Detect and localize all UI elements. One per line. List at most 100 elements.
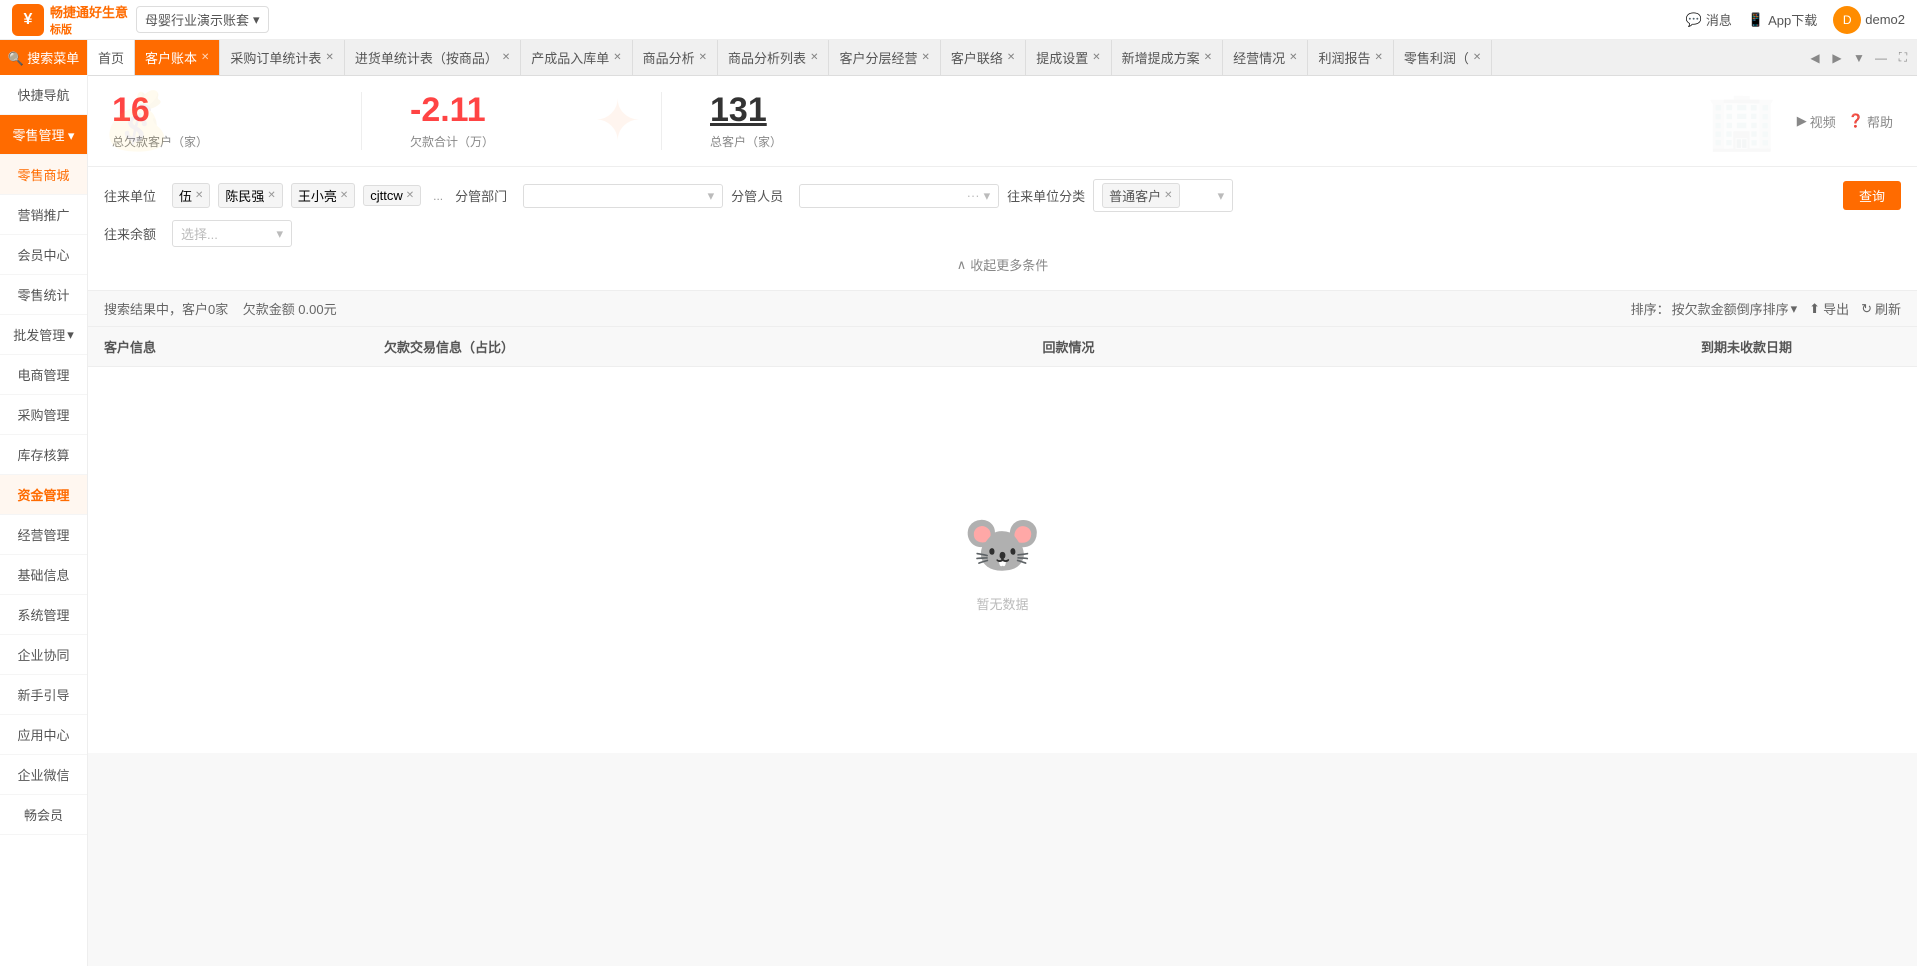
sort-select[interactable]: 排序： 按欠款金额倒序排序 ▾ (1631, 299, 1798, 318)
sidebar-item-business-mgmt[interactable]: 经营管理 (0, 515, 87, 555)
avatar: D (1833, 6, 1861, 34)
remove-tag-chen[interactable]: ✕ (267, 190, 275, 201)
sidebar-item-purchase[interactable]: 采购管理 (0, 395, 87, 435)
table-header: 客户信息 欠款交易信息（占比） 回款情况 到期未收款日期 (88, 327, 1917, 367)
tab-purchase-order[interactable]: 采购订单统计表 ✕ (220, 40, 344, 75)
message-icon: 💬 (1686, 12, 1702, 28)
app-download-button[interactable]: 📱 App下载 (1748, 10, 1817, 29)
more-tags-button[interactable]: ... (429, 187, 447, 205)
account-selector[interactable]: 母婴行业演示账套 ▾ (136, 6, 269, 33)
tab-close-icon[interactable]: ✕ (502, 52, 510, 63)
filter-tag-chen[interactable]: 陈民强 ✕ (218, 183, 282, 208)
tab-product-analysis-list[interactable]: 商品分析列表 ✕ (718, 40, 829, 75)
unit-category-select[interactable]: 普通客户 ✕ ▾ (1093, 179, 1233, 212)
tab-close-icon[interactable]: ✕ (1204, 52, 1212, 63)
tab-close-icon[interactable]: ✕ (921, 52, 929, 63)
sidebar: 🔍 搜索菜单 快捷导航 零售管理 ▾ 零售商城 营销推广 会员中心 零售统计 批… (0, 40, 88, 966)
sidebar-item-new-guide[interactable]: 新手引导 (0, 675, 87, 715)
table-body: 🐭 暂无数据 (88, 367, 1917, 753)
sidebar-item-enterprise-wechat[interactable]: 企业微信 (0, 755, 87, 795)
tab-close-icon[interactable]: ✕ (1289, 52, 1297, 63)
person-select[interactable]: ··· ▾ (799, 184, 999, 208)
video-button[interactable]: ▶ 视频 (1797, 112, 1836, 131)
tab-close-icon[interactable]: ✕ (201, 52, 209, 63)
query-button[interactable]: 查询 (1843, 181, 1901, 210)
sidebar-item-app-center[interactable]: 应用中心 (0, 715, 87, 755)
building-bg-icon: 🏢 (1707, 88, 1777, 154)
remove-tag-cjttcw[interactable]: ✕ (406, 190, 414, 201)
tab-customer-segment[interactable]: 客户分层经营 ✕ (829, 40, 940, 75)
tab-close-icon[interactable]: ✕ (1473, 52, 1481, 63)
tab-new-promotion[interactable]: 新增提成方案 ✕ (1112, 40, 1223, 75)
sidebar-item-ecommerce[interactable]: 电商管理 (0, 355, 87, 395)
tab-close-icon[interactable]: ✕ (1092, 52, 1100, 63)
remove-category-tag[interactable]: ✕ (1164, 190, 1172, 201)
dept-select[interactable]: ▾ (523, 184, 723, 208)
filter-tag-cjttcw[interactable]: cjttcw ✕ (363, 185, 421, 206)
stat-value-credit-amount: -2.11 (410, 92, 613, 129)
tab-close-icon[interactable]: ✕ (613, 52, 621, 63)
tab-product-analysis[interactable]: 商品分析 ✕ (633, 40, 718, 75)
page-content: 💰 16 总欠款客户（家） ✦ -2.11 欠款合计（万） 🏢 131 总客户（… (88, 76, 1917, 966)
unit-label: 往来单位 (104, 186, 164, 205)
header-left: ¥ 畅捷通好生意 标版 母婴行业演示账套 ▾ (12, 2, 269, 37)
logo-icon: ¥ (12, 4, 44, 36)
tab-customer-contact[interactable]: 客户联络 ✕ (941, 40, 1026, 75)
collapse-button[interactable]: ∧ 收起更多条件 (957, 255, 1049, 274)
tab-minimize-button[interactable]: — (1871, 48, 1891, 68)
stats-bar: 💰 16 总欠款客户（家） ✦ -2.11 欠款合计（万） 🏢 131 总客户（… (88, 76, 1917, 167)
sidebar-item-quick-nav[interactable]: 快捷导航 (0, 75, 87, 115)
tab-close-icon[interactable]: ✕ (325, 52, 333, 63)
tab-promotion-settings[interactable]: 提成设置 ✕ (1026, 40, 1111, 75)
sidebar-item-enterprise-collab[interactable]: 企业协同 (0, 635, 87, 675)
search-icon: 🔍 (8, 51, 24, 66)
tab-product-instock[interactable]: 产成品入库单 ✕ (521, 40, 632, 75)
export-button[interactable]: ⬆ 导出 (1809, 299, 1849, 318)
balance-select[interactable]: 选择... ▾ (172, 220, 292, 247)
refresh-button[interactable]: ↻ 刷新 (1861, 299, 1901, 318)
sidebar-item-inventory[interactable]: 库存核算 (0, 435, 87, 475)
tab-menu-button[interactable]: ▼ (1849, 48, 1869, 68)
tab-prev-button[interactable]: ◀ (1805, 48, 1825, 68)
stat-credit-amount: ✦ -2.11 欠款合计（万） (362, 92, 662, 150)
sidebar-search[interactable]: 🔍 搜索菜单 (0, 40, 87, 75)
tab-purchase-stats[interactable]: 进货单统计表（按商品） ✕ (345, 40, 521, 75)
sidebar-item-marketing[interactable]: 营销推广 (0, 195, 87, 235)
help-button[interactable]: ❓ 帮助 (1848, 112, 1893, 131)
filter-row-1: 往来单位 伍 ✕ 陈民强 ✕ 王小亮 ✕ cjttcw (104, 179, 1901, 212)
dept-chevron-icon: ▾ (708, 188, 715, 204)
sidebar-item-basic-info[interactable]: 基础信息 (0, 555, 87, 595)
filter-row-2: 往来余额 选择... ▾ (104, 220, 1901, 247)
empty-text: 暂无数据 (976, 594, 1028, 613)
person-clear-icon[interactable]: ··· (967, 188, 980, 203)
filter-tag-wu[interactable]: 伍 ✕ (172, 183, 210, 208)
sidebar-item-retail[interactable]: 零售管理 ▾ (0, 115, 87, 155)
remove-tag-wu[interactable]: ✕ (195, 190, 203, 201)
tab-next-button[interactable]: ▶ (1827, 48, 1847, 68)
tab-close-icon[interactable]: ✕ (1375, 52, 1383, 63)
tab-business-status[interactable]: 经营情况 ✕ (1223, 40, 1308, 75)
user-profile[interactable]: D demo2 (1833, 6, 1905, 34)
sidebar-item-vip[interactable]: 畅会员 (0, 795, 87, 835)
tab-home[interactable]: 首页 (88, 40, 135, 75)
tab-profit-report[interactable]: 利润报告 ✕ (1308, 40, 1393, 75)
unit-category-tag: 普通客户 ✕ (1102, 183, 1179, 208)
sidebar-item-system[interactable]: 系统管理 (0, 595, 87, 635)
tab-retail-profit[interactable]: 零售利润（ ✕ (1394, 40, 1492, 75)
credit-bg-icon: 💰 (102, 88, 172, 154)
sidebar-item-finance[interactable]: 资金管理 (0, 475, 87, 515)
tab-customer-book[interactable]: 客户账本 ✕ (135, 40, 220, 75)
tab-maximize-button[interactable]: ⛶ (1893, 48, 1913, 68)
download-icon: 📱 (1748, 12, 1764, 28)
sidebar-item-member[interactable]: 会员中心 (0, 235, 87, 275)
sidebar-item-retail-mall[interactable]: 零售商城 (0, 155, 87, 195)
remove-tag-wang[interactable]: ✕ (340, 190, 348, 201)
tab-close-icon[interactable]: ✕ (810, 52, 818, 63)
tab-close-icon[interactable]: ✕ (1007, 52, 1015, 63)
filter-tag-wang[interactable]: 王小亮 ✕ (291, 183, 355, 208)
sidebar-item-retail-stats[interactable]: 零售统计 (0, 275, 87, 315)
main-layout: 🔍 搜索菜单 快捷导航 零售管理 ▾ 零售商城 营销推广 会员中心 零售统计 批… (0, 40, 1917, 966)
sidebar-item-wholesale[interactable]: 批发管理 ▾ (0, 315, 87, 355)
message-button[interactable]: 💬 消息 (1686, 10, 1732, 29)
tab-close-icon[interactable]: ✕ (699, 52, 707, 63)
